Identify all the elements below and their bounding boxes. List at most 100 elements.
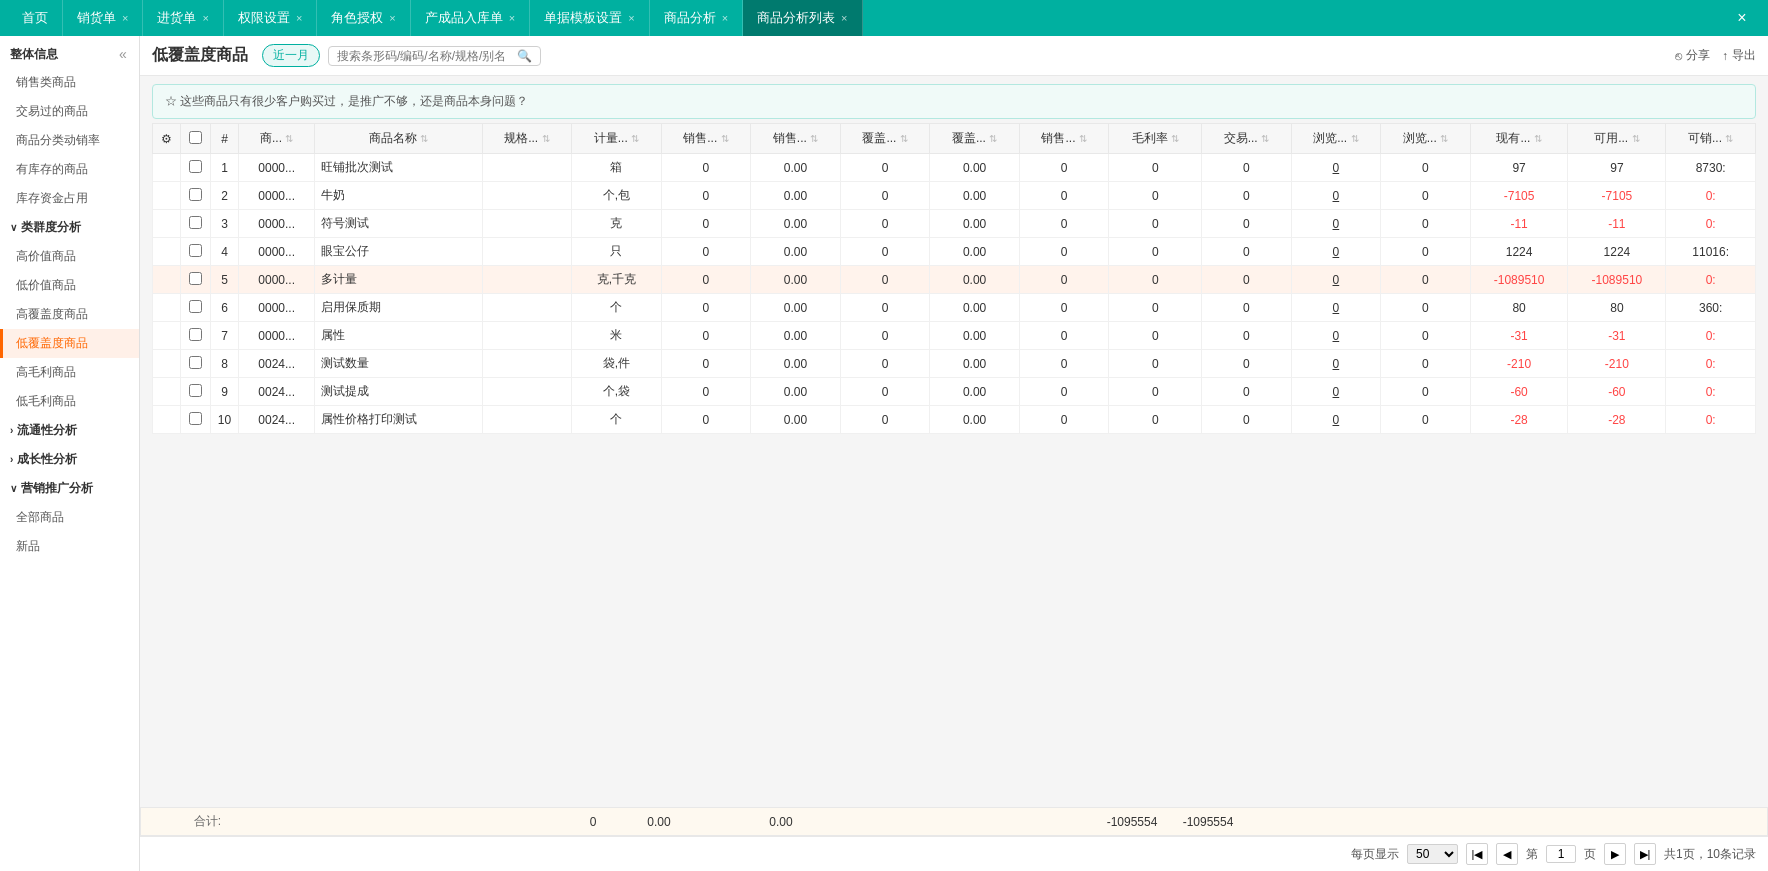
row-sales2: 0.00 bbox=[751, 350, 841, 378]
col-stock1[interactable]: 现有... ⇅ bbox=[1470, 124, 1568, 154]
row-checkbox[interactable] bbox=[189, 244, 202, 257]
next-page-button[interactable]: ▶ bbox=[1604, 843, 1626, 865]
col-browse2[interactable]: 浏览... ⇅ bbox=[1381, 124, 1471, 154]
col-browse1[interactable]: 浏览... ⇅ bbox=[1291, 124, 1381, 154]
search-icon[interactable]: 🔍 bbox=[517, 49, 532, 63]
nav-tab-analysis-list[interactable]: 商品分析列表 × bbox=[743, 0, 862, 36]
prev-page-button[interactable]: ◀ bbox=[1496, 843, 1518, 865]
row-checkbox[interactable] bbox=[189, 356, 202, 369]
share-button[interactable]: ⎋ 分享 bbox=[1675, 47, 1710, 64]
row-checkbox[interactable] bbox=[189, 160, 202, 173]
page-size-select[interactable]: 50 100 200 bbox=[1407, 844, 1458, 864]
col-sales2[interactable]: 销售... ⇅ bbox=[751, 124, 841, 154]
arrow-down-icon: ∨ bbox=[10, 222, 17, 233]
sidebar-item-low-coverage[interactable]: 低覆盖度商品 bbox=[0, 329, 139, 358]
col-gross[interactable]: 毛利率 ⇅ bbox=[1109, 124, 1202, 154]
close-analysis-list-tab[interactable]: × bbox=[841, 12, 847, 24]
row-stock2: -28 bbox=[1568, 406, 1666, 434]
sidebar-item-high-value[interactable]: 高价值商品 bbox=[0, 242, 139, 271]
row-stock1: 80 bbox=[1470, 294, 1568, 322]
nav-tab-home[interactable]: 首页 bbox=[8, 0, 63, 36]
nav-tab-roles[interactable]: 角色授权 × bbox=[317, 0, 410, 36]
row-settings bbox=[153, 182, 181, 210]
sidebar-item-traded-goods[interactable]: 交易过的商品 bbox=[0, 97, 139, 126]
sidebar-liquidity-header[interactable]: › 流通性分析 bbox=[0, 416, 139, 445]
sidebar-item-new-goods[interactable]: 新品 bbox=[0, 532, 139, 561]
sidebar-category-analysis-header[interactable]: ∨ 类群度分析 bbox=[0, 213, 139, 242]
table-row: 90024...测试提成个,袋00.0000.0000000-60-600: bbox=[153, 378, 1756, 406]
row-checkbox[interactable] bbox=[189, 412, 202, 425]
table-row: 40000...眼宝公仔只00.0000.0000000122412241101… bbox=[153, 238, 1756, 266]
row-trade: 0 bbox=[1202, 210, 1292, 238]
nav-tab-products[interactable]: 产成品入库单 × bbox=[411, 0, 530, 36]
row-sales1: 0 bbox=[661, 322, 751, 350]
search-input[interactable] bbox=[337, 49, 517, 63]
row-settings bbox=[153, 406, 181, 434]
col-stock3[interactable]: 可销... ⇅ bbox=[1666, 124, 1756, 154]
sidebar-item-category-rate[interactable]: 商品分类动销率 bbox=[0, 126, 139, 155]
footer-cells: 0 0.00 0.00 -1095554 -1095554 bbox=[233, 815, 1755, 829]
close-sales-tab[interactable]: × bbox=[122, 12, 128, 24]
col-sales3[interactable]: 销售... ⇅ bbox=[1019, 124, 1109, 154]
sidebar-growth-header[interactable]: › 成长性分析 bbox=[0, 445, 139, 474]
row-gross: 0 bbox=[1109, 154, 1202, 182]
col-spec[interactable]: 规格... ⇅ bbox=[482, 124, 572, 154]
col-settings[interactable]: ⚙ bbox=[153, 124, 181, 154]
sidebar-marketing-header[interactable]: ∨ 营销推广分析 bbox=[0, 474, 139, 503]
sidebar-item-sales-goods[interactable]: 销售类商品 bbox=[0, 68, 139, 97]
row-stock1: -210 bbox=[1470, 350, 1568, 378]
row-checkbox[interactable] bbox=[189, 188, 202, 201]
sidebar-item-all-goods[interactable]: 全部商品 bbox=[0, 503, 139, 532]
row-checkbox[interactable] bbox=[189, 216, 202, 229]
row-sales1: 0 bbox=[661, 294, 751, 322]
close-purchase-tab[interactable]: × bbox=[202, 12, 208, 24]
col-trade[interactable]: 交易... ⇅ bbox=[1202, 124, 1292, 154]
row-stock3: 0: bbox=[1666, 182, 1756, 210]
nav-tab-purchase[interactable]: 进货单 × bbox=[143, 0, 223, 36]
last-page-button[interactable]: ▶| bbox=[1634, 843, 1656, 865]
close-analysis-tab[interactable]: × bbox=[722, 12, 728, 24]
sidebar-whole-info-header: 整体信息 bbox=[10, 46, 113, 63]
window-close-button[interactable]: × bbox=[1724, 0, 1760, 36]
sidebar-item-low-gross[interactable]: 低毛利商品 bbox=[0, 387, 139, 416]
row-cover1: 0 bbox=[840, 322, 930, 350]
select-all-checkbox[interactable] bbox=[189, 131, 202, 144]
sidebar-item-low-value[interactable]: 低价值商品 bbox=[0, 271, 139, 300]
row-checkbox[interactable] bbox=[189, 272, 202, 285]
col-unit[interactable]: 计量... ⇅ bbox=[572, 124, 662, 154]
row-code: 0000... bbox=[239, 266, 315, 294]
row-sales3: 0 bbox=[1019, 182, 1109, 210]
row-num: 9 bbox=[211, 378, 239, 406]
nav-tab-analysis[interactable]: 商品分析 × bbox=[650, 0, 743, 36]
row-checkbox[interactable] bbox=[189, 384, 202, 397]
first-page-button[interactable]: |◀ bbox=[1466, 843, 1488, 865]
nav-tab-sales[interactable]: 销货单 × bbox=[63, 0, 143, 36]
row-gross: 0 bbox=[1109, 238, 1202, 266]
col-stock2[interactable]: 可用... ⇅ bbox=[1568, 124, 1666, 154]
col-sales1[interactable]: 销售... ⇅ bbox=[661, 124, 751, 154]
row-checkbox[interactable] bbox=[189, 300, 202, 313]
sidebar-item-high-gross[interactable]: 高毛利商品 bbox=[0, 358, 139, 387]
col-cover1[interactable]: 覆盖... ⇅ bbox=[840, 124, 930, 154]
row-browse2: 0 bbox=[1381, 378, 1471, 406]
nav-tab-permissions[interactable]: 权限设置 × bbox=[224, 0, 317, 36]
close-roles-tab[interactable]: × bbox=[389, 12, 395, 24]
col-cover2[interactable]: 覆盖... ⇅ bbox=[930, 124, 1020, 154]
page-number-input[interactable] bbox=[1546, 845, 1576, 863]
sidebar-item-stocked-goods[interactable]: 有库存的商品 bbox=[0, 155, 139, 184]
col-code[interactable]: 商... ⇅ bbox=[239, 124, 315, 154]
close-permissions-tab[interactable]: × bbox=[296, 12, 302, 24]
close-products-tab[interactable]: × bbox=[509, 12, 515, 24]
period-button[interactable]: 近一月 bbox=[262, 44, 320, 67]
close-template-tab[interactable]: × bbox=[628, 12, 634, 24]
row-code: 0024... bbox=[239, 406, 315, 434]
nav-tab-template[interactable]: 单据模板设置 × bbox=[530, 0, 649, 36]
sidebar-item-inventory-fund[interactable]: 库存资金占用 bbox=[0, 184, 139, 213]
sidebar-item-high-coverage[interactable]: 高覆盖度商品 bbox=[0, 300, 139, 329]
row-trade: 0 bbox=[1202, 238, 1292, 266]
row-checkbox[interactable] bbox=[189, 328, 202, 341]
sidebar-collapse-button[interactable]: « bbox=[113, 44, 133, 64]
export-button[interactable]: ↑ 导出 bbox=[1722, 47, 1756, 64]
row-spec bbox=[482, 238, 572, 266]
col-name[interactable]: 商品名称 ⇅ bbox=[315, 124, 482, 154]
